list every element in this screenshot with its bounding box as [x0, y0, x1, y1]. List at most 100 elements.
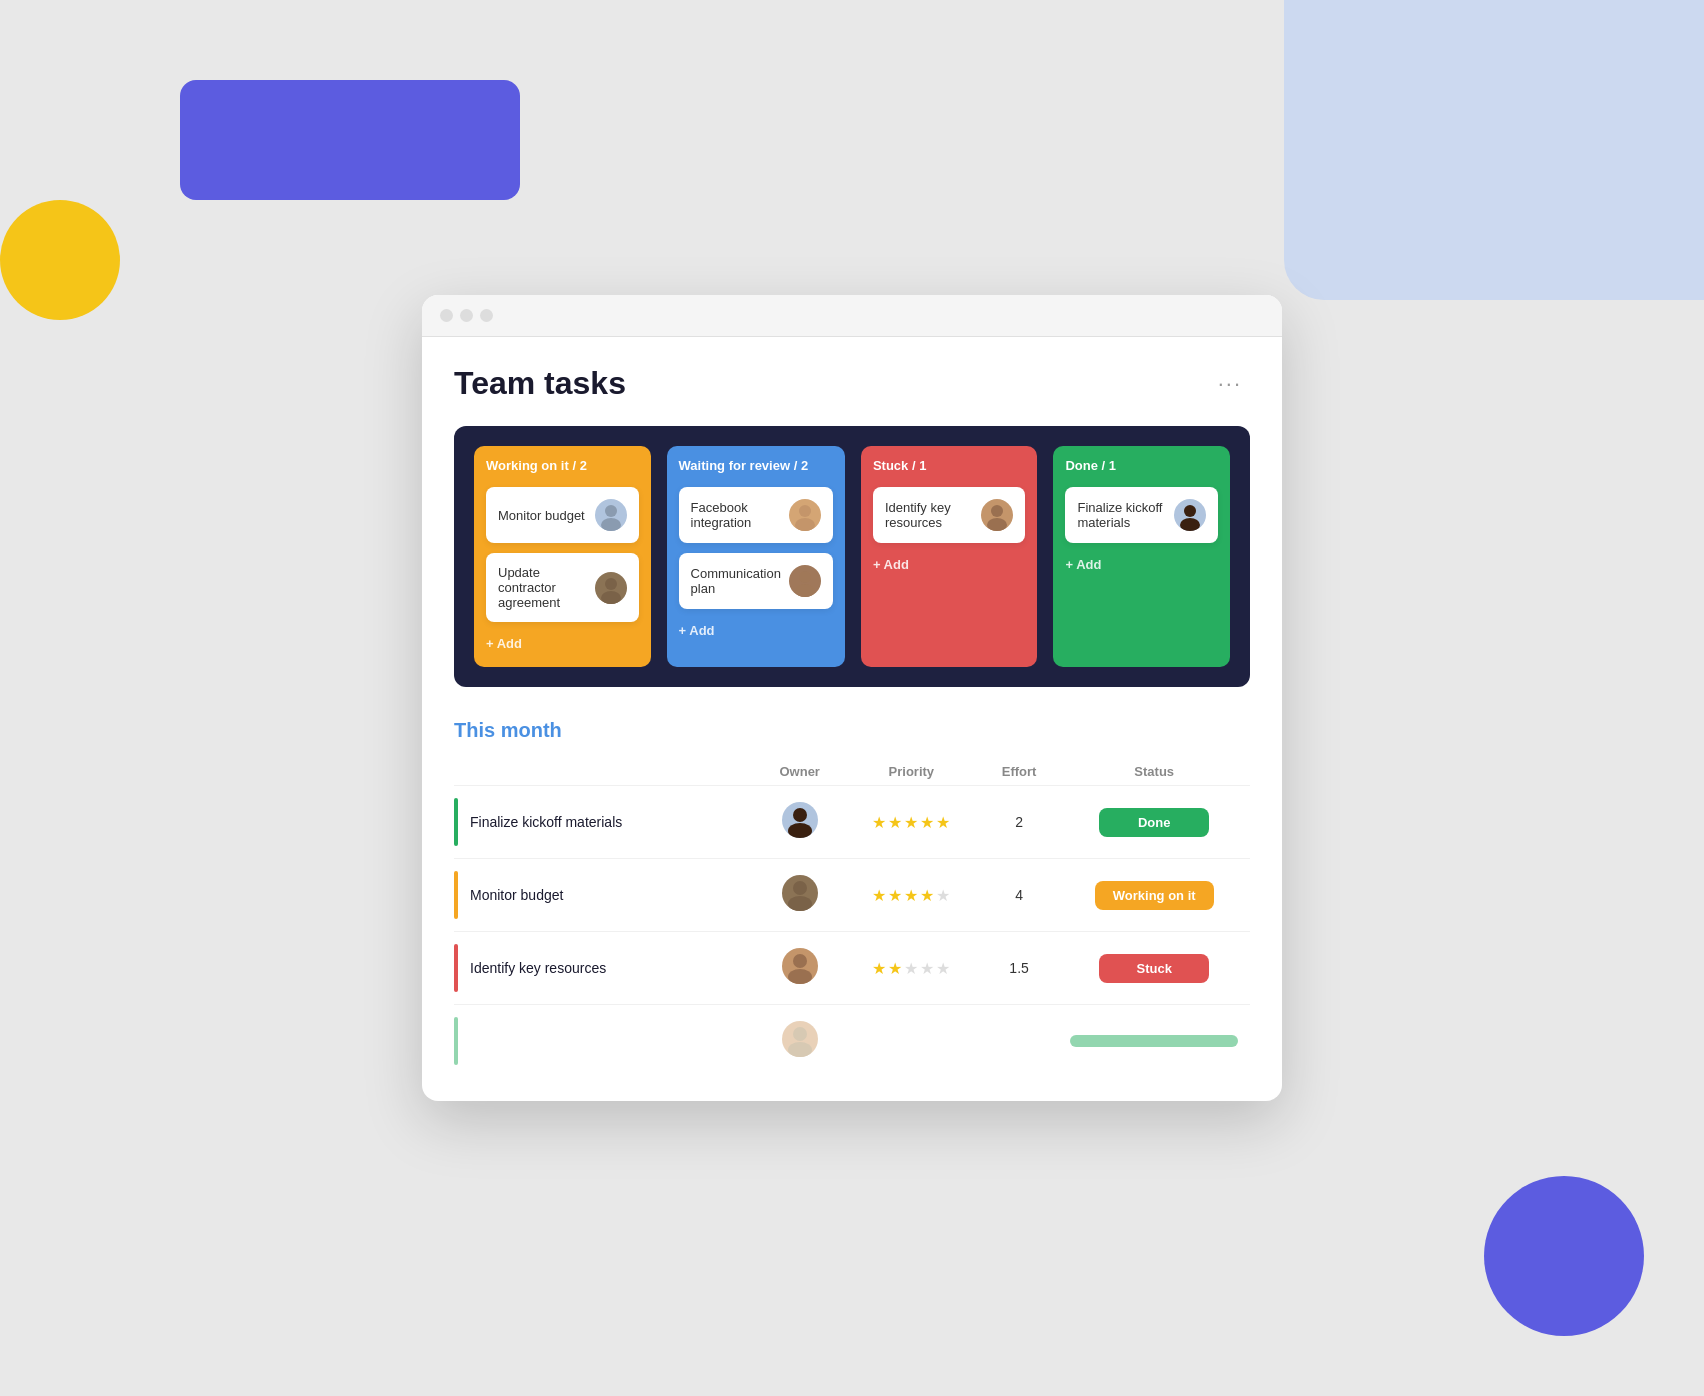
owner-avatar-row-monitor: [782, 875, 818, 911]
add-button-waiting-for-review[interactable]: + Add: [679, 619, 833, 642]
star-3: ★: [904, 959, 918, 978]
kanban-column-waiting-for-review: Waiting for review / 2 Facebook integrat…: [667, 446, 845, 667]
kanban-column-working-on-it: Working on it / 2 Monitor budget Update …: [474, 446, 651, 667]
effort-value-row-monitor: 4: [1015, 887, 1023, 903]
priority-stars: ★★★★★: [872, 959, 950, 978]
svg-point-10: [1184, 505, 1196, 517]
table-row-row-identify[interactable]: Identify key resources ★★★★★ 1.5 Stuck: [454, 932, 1250, 1005]
star-1: ★: [872, 813, 886, 832]
priority-stars: ★★★★★: [872, 813, 950, 832]
kanban-card-comm-plan[interactable]: Communication plan: [679, 553, 833, 609]
card-text-finalize: Finalize kickoff materials: [1077, 500, 1166, 530]
svg-point-6: [799, 571, 811, 583]
avatar-contractor: [595, 572, 627, 604]
table-body: Finalize kickoff materials ★★★★★ 2 Done …: [454, 786, 1250, 1078]
row-indicator: [454, 944, 458, 992]
task-name-row-monitor: Monitor budget: [470, 887, 563, 903]
card-text-monitor-budget: Monitor budget: [498, 508, 587, 523]
card-text-contractor: Update contractor agreement: [498, 565, 587, 610]
star-4: ★: [920, 886, 934, 905]
avatar-monitor-budget: [595, 499, 627, 531]
svg-point-2: [605, 578, 617, 590]
star-3: ★: [904, 813, 918, 832]
page-title: Team tasks: [454, 365, 626, 402]
column-header-stuck: Stuck / 1: [873, 458, 1026, 473]
svg-point-8: [991, 505, 1003, 517]
star-2: ★: [888, 813, 902, 832]
window-chrome: [422, 295, 1282, 337]
star-5: ★: [936, 886, 950, 905]
avatar-comm-plan: [789, 565, 821, 597]
task-name-row-finalize: Finalize kickoff materials: [470, 814, 622, 830]
priority-stars: ★★★★★: [872, 886, 950, 905]
status-badge-row-finalize: Done: [1099, 808, 1209, 837]
chrome-dot-yellow: [460, 309, 473, 322]
star-5: ★: [936, 959, 950, 978]
kanban-card-contractor[interactable]: Update contractor agreement: [486, 553, 639, 622]
kanban-card-identify[interactable]: Identify key resources: [873, 487, 1026, 543]
star-1: ★: [872, 886, 886, 905]
svg-point-0: [605, 505, 617, 517]
kanban-card-monitor-budget[interactable]: Monitor budget: [486, 487, 639, 543]
col-header-effort: Effort: [980, 758, 1059, 786]
row-indicator: [454, 871, 458, 919]
svg-point-13: [788, 823, 812, 838]
owner-avatar-row-finalize: [782, 802, 818, 838]
svg-point-12: [793, 808, 807, 822]
svg-point-5: [795, 518, 815, 531]
table-row-row-finalize[interactable]: Finalize kickoff materials ★★★★★ 2 Done: [454, 786, 1250, 859]
row-indicator: [454, 798, 458, 846]
svg-point-11: [1180, 518, 1200, 531]
kanban-column-stuck: Stuck / 1 Identify key resources + Add: [861, 446, 1038, 667]
purple-bar-bg-shape: [180, 80, 520, 200]
table-row-partial: [454, 1005, 1250, 1078]
app-window: Team tasks ··· Working on it / 2 Monitor…: [422, 295, 1282, 1101]
star-4: ★: [920, 959, 934, 978]
yellow-circle-bg-shape: [0, 200, 120, 320]
svg-point-3: [601, 591, 621, 604]
card-text-comm-plan: Communication plan: [691, 566, 781, 596]
svg-point-9: [987, 518, 1007, 531]
window-body: Team tasks ··· Working on it / 2 Monitor…: [422, 337, 1282, 1101]
purple-circle-bg-shape: [1484, 1176, 1644, 1336]
kanban-column-done: Done / 1 Finalize kickoff materials + Ad…: [1053, 446, 1230, 667]
svg-point-18: [793, 1027, 807, 1041]
star-1: ★: [872, 959, 886, 978]
blue-rect-bg-shape: [1284, 0, 1704, 300]
avatar-identify: [981, 499, 1013, 531]
card-text-identify: Identify key resources: [885, 500, 974, 530]
add-button-stuck[interactable]: + Add: [873, 553, 1026, 576]
svg-point-19: [788, 1042, 812, 1057]
table-row-row-monitor[interactable]: Monitor budget ★★★★★ 4 Working on it: [454, 859, 1250, 932]
more-options-button[interactable]: ···: [1210, 367, 1250, 401]
effort-value-row-finalize: 2: [1015, 814, 1023, 830]
table-wrapper: Owner Priority Effort Status Finalize ki…: [454, 758, 1250, 1077]
status-badge-row-identify: Stuck: [1099, 954, 1209, 983]
avatar-finalize: [1174, 499, 1206, 531]
avatar-facebook: [789, 499, 821, 531]
card-text-facebook: Facebook integration: [691, 500, 781, 530]
kanban-card-facebook[interactable]: Facebook integration: [679, 487, 833, 543]
table-section: This month Owner Priority Effort Status: [454, 719, 1250, 1101]
task-name-row-identify: Identify key resources: [470, 960, 606, 976]
col-header-priority: Priority: [843, 758, 980, 786]
star-2: ★: [888, 886, 902, 905]
status-badge-row-monitor: Working on it: [1095, 881, 1214, 910]
kanban-card-finalize[interactable]: Finalize kickoff materials: [1065, 487, 1218, 543]
task-table: Owner Priority Effort Status Finalize ki…: [454, 758, 1250, 1077]
page-header: Team tasks ···: [454, 365, 1250, 402]
chrome-dot-green: [480, 309, 493, 322]
owner-avatar-row-identify: [782, 948, 818, 984]
col-header-task: [454, 758, 756, 786]
star-4: ★: [920, 813, 934, 832]
svg-point-1: [601, 518, 621, 531]
col-header-status: Status: [1058, 758, 1250, 786]
svg-point-4: [799, 505, 811, 517]
add-button-working-on-it[interactable]: + Add: [486, 632, 639, 655]
add-button-done[interactable]: + Add: [1065, 553, 1218, 576]
effort-value-row-identify: 1.5: [1009, 960, 1028, 976]
svg-point-15: [788, 896, 812, 911]
svg-point-7: [795, 584, 815, 597]
column-header-waiting-for-review: Waiting for review / 2: [679, 458, 833, 473]
star-2: ★: [888, 959, 902, 978]
